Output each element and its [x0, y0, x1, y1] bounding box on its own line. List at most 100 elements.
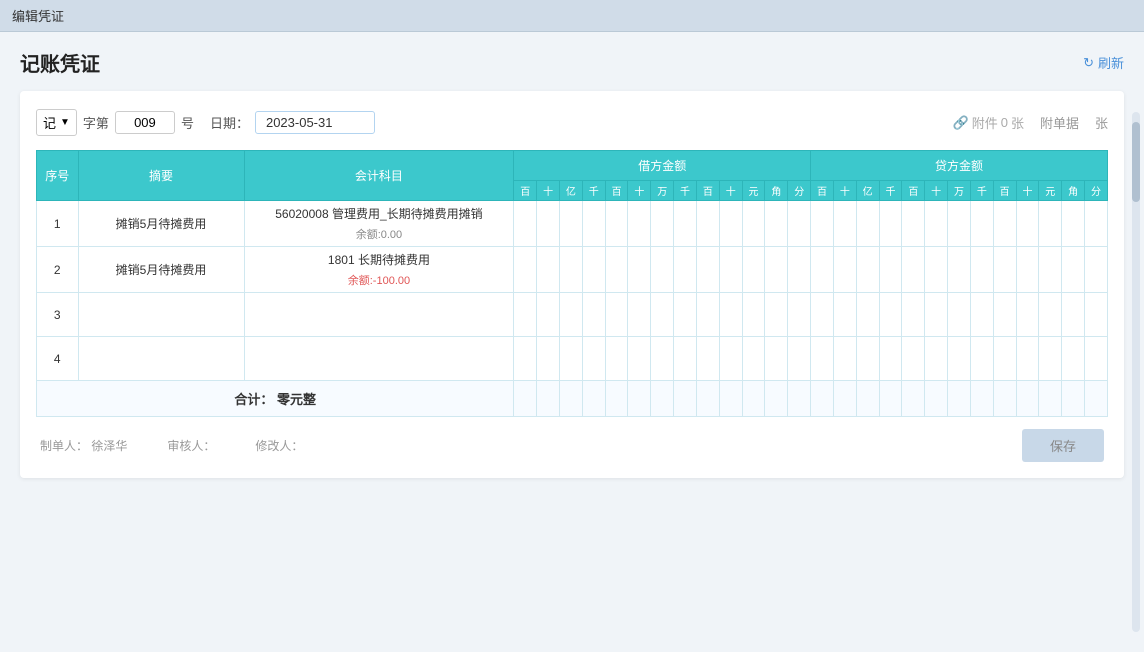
r4d13[interactable] [788, 337, 811, 381]
r3d13[interactable] [788, 293, 811, 337]
r2c3[interactable] [856, 247, 879, 293]
row1-account[interactable]: 56020008 管理费用_长期待摊费用摊销 余额:0.00 [244, 201, 514, 247]
r2c9[interactable] [993, 247, 1016, 293]
r2c6[interactable] [925, 247, 948, 293]
r2d2[interactable] [537, 247, 560, 293]
r3c6[interactable] [925, 293, 948, 337]
attachment-link[interactable]: 🔗 附件 0 张 [953, 113, 1024, 132]
r2c10[interactable] [1016, 247, 1039, 293]
r1c11[interactable] [1039, 201, 1062, 247]
row3-account[interactable] [244, 293, 514, 337]
r3d4[interactable] [582, 293, 605, 337]
r3c3[interactable] [856, 293, 879, 337]
r2d7[interactable] [651, 247, 674, 293]
r2d5[interactable] [605, 247, 628, 293]
r2c2[interactable] [833, 247, 856, 293]
r4c13[interactable] [1085, 337, 1108, 381]
row4-summary[interactable] [78, 337, 244, 381]
r1d6[interactable] [628, 201, 651, 247]
row3-summary[interactable] [78, 293, 244, 337]
row4-account[interactable] [244, 337, 514, 381]
r1c10[interactable] [1016, 201, 1039, 247]
r1c1[interactable] [811, 201, 834, 247]
r4d12[interactable] [765, 337, 788, 381]
r1c8[interactable] [970, 201, 993, 247]
r3d5[interactable] [605, 293, 628, 337]
voucher-type-select[interactable]: 记 ▼ [36, 109, 77, 136]
r2c1[interactable] [811, 247, 834, 293]
r2d12[interactable] [765, 247, 788, 293]
r1d13[interactable] [788, 201, 811, 247]
r1c5[interactable] [902, 201, 925, 247]
r2d10[interactable] [719, 247, 742, 293]
r3d10[interactable] [719, 293, 742, 337]
r4d5[interactable] [605, 337, 628, 381]
r4d4[interactable] [582, 337, 605, 381]
r4c1[interactable] [811, 337, 834, 381]
r3c2[interactable] [833, 293, 856, 337]
r4d9[interactable] [696, 337, 719, 381]
r3d2[interactable] [537, 293, 560, 337]
refresh-button[interactable]: ↻ 刷新 [1083, 53, 1124, 72]
r4c7[interactable] [948, 337, 971, 381]
r4c3[interactable] [856, 337, 879, 381]
r1d3[interactable] [560, 201, 583, 247]
r3d3[interactable] [560, 293, 583, 337]
r3d11[interactable] [742, 293, 765, 337]
r3c1[interactable] [811, 293, 834, 337]
save-button[interactable]: 保存 [1022, 429, 1104, 462]
r2c5[interactable] [902, 247, 925, 293]
r1d4[interactable] [582, 201, 605, 247]
r4d6[interactable] [628, 337, 651, 381]
r1c7[interactable] [948, 201, 971, 247]
r3d1[interactable] [514, 293, 537, 337]
r3c12[interactable] [1062, 293, 1085, 337]
r4c2[interactable] [833, 337, 856, 381]
r2d11[interactable] [742, 247, 765, 293]
r1d5[interactable] [605, 201, 628, 247]
r2c11[interactable] [1039, 247, 1062, 293]
r3c5[interactable] [902, 293, 925, 337]
row2-account[interactable]: 1801 长期待摊费用 余额:-100.00 [244, 247, 514, 293]
r3d8[interactable] [674, 293, 697, 337]
r3c13[interactable] [1085, 293, 1108, 337]
r2d1[interactable] [514, 247, 537, 293]
r1c12[interactable] [1062, 201, 1085, 247]
r1c4[interactable] [879, 201, 902, 247]
r1d10[interactable] [719, 201, 742, 247]
r4c11[interactable] [1039, 337, 1062, 381]
r3c4[interactable] [879, 293, 902, 337]
r1c13[interactable] [1085, 201, 1108, 247]
r1c2[interactable] [833, 201, 856, 247]
r1c9[interactable] [993, 201, 1016, 247]
r4d8[interactable] [674, 337, 697, 381]
r1d1[interactable] [514, 201, 537, 247]
fudanju-link[interactable]: 附单据 [1040, 113, 1079, 132]
r3d6[interactable] [628, 293, 651, 337]
r2c7[interactable] [948, 247, 971, 293]
scrollbar-thumb[interactable] [1132, 122, 1140, 202]
r2d13[interactable] [788, 247, 811, 293]
r4c4[interactable] [879, 337, 902, 381]
r3d12[interactable] [765, 293, 788, 337]
r4c10[interactable] [1016, 337, 1039, 381]
r2d8[interactable] [674, 247, 697, 293]
voucher-number-input[interactable] [115, 111, 175, 134]
r2d9[interactable] [696, 247, 719, 293]
date-input[interactable] [255, 111, 375, 134]
r1c3[interactable] [856, 201, 879, 247]
r1d8[interactable] [674, 201, 697, 247]
r1d12[interactable] [765, 201, 788, 247]
r2c13[interactable] [1085, 247, 1108, 293]
r2d6[interactable] [628, 247, 651, 293]
r2d3[interactable] [560, 247, 583, 293]
r1d11[interactable] [742, 201, 765, 247]
r3c8[interactable] [970, 293, 993, 337]
r2c12[interactable] [1062, 247, 1085, 293]
r4d2[interactable] [537, 337, 560, 381]
r2c4[interactable] [879, 247, 902, 293]
r4c5[interactable] [902, 337, 925, 381]
row2-summary[interactable]: 摊销5月待摊费用 [78, 247, 244, 293]
r3d7[interactable] [651, 293, 674, 337]
row1-summary[interactable]: 摊销5月待摊费用 [78, 201, 244, 247]
